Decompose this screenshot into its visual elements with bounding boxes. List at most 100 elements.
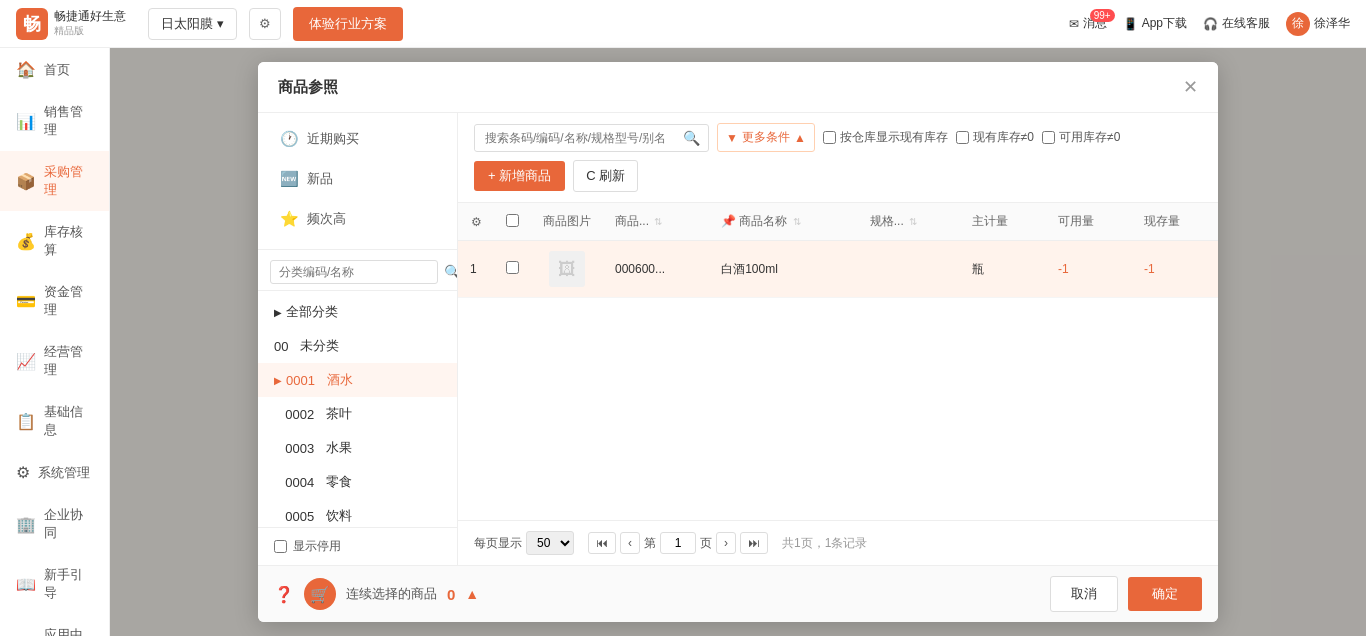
- modal-close-btn[interactable]: ✕: [1183, 76, 1198, 98]
- th-spec: 规格... ⇅: [858, 203, 960, 241]
- frequent-nav[interactable]: ⭐ 频次高: [270, 203, 445, 235]
- modal-overlay: 商品参照 ✕ 🕐 近期购买 🆕: [110, 48, 1366, 636]
- nonzero-stock-checkbox[interactable]: 现有库存≠0: [956, 129, 1034, 146]
- product-table: ⚙ 商品图片 商品... ⇅: [458, 203, 1218, 298]
- category-all[interactable]: ▶ 全部分类: [258, 295, 457, 329]
- sidebar-item-operations[interactable]: 📈 经营管理: [0, 331, 109, 391]
- finance-icon: 💳: [16, 292, 36, 311]
- inventory-icon: 💰: [16, 232, 36, 251]
- modal-title: 商品参照: [278, 78, 338, 97]
- cart-icon[interactable]: 🛒: [304, 578, 336, 610]
- clock-icon: 🕐: [280, 130, 299, 148]
- left-sidebar: 🏠 首页 📊 销售管理 📦 采购管理 💰 库存核算 💳 资金管理 📈 经营管理 …: [0, 48, 110, 636]
- sidebar-item-guide[interactable]: 📖 新手引导: [0, 554, 109, 614]
- th-code: 商品... ⇅: [603, 203, 709, 241]
- last-page-btn[interactable]: ⏭: [740, 532, 768, 554]
- sidebar-item-purchase[interactable]: 📦 采购管理: [0, 151, 109, 211]
- mobile-icon: 📱: [1123, 17, 1138, 31]
- sidebar-item-basic-info[interactable]: 📋 基础信息: [0, 391, 109, 451]
- new-products-nav[interactable]: 🆕 新品: [270, 163, 445, 195]
- product-search-bar: 🔍: [474, 124, 709, 152]
- show-disabled-checkbox[interactable]: [274, 540, 287, 553]
- divider: [258, 249, 457, 250]
- customer-service-btn[interactable]: 🎧 在线客服: [1203, 15, 1270, 32]
- modal-footer: ❓ 🛒 连续选择的商品 0 ▲ 取消 确定: [258, 565, 1218, 622]
- sidebar-item-system[interactable]: ⚙ 系统管理: [0, 451, 109, 494]
- store-dropdown[interactable]: 日太阳膜 ▾: [148, 8, 237, 40]
- sidebar-item-inventory[interactable]: 💰 库存核算: [0, 211, 109, 271]
- row-stock: -1: [1132, 241, 1218, 298]
- confirm-btn[interactable]: 确定: [1128, 577, 1202, 611]
- collapse-selection-icon[interactable]: ▲: [465, 586, 479, 602]
- available-stock-checkbox[interactable]: 可用库存≠0: [1042, 129, 1120, 146]
- modal-toolbar: 🔍 ▼ 更多条件 ▲ 按仓库显示现有库存: [458, 113, 1218, 203]
- app-download-btn[interactable]: 📱 App下载: [1123, 15, 1187, 32]
- user-avatar: 徐: [1286, 12, 1310, 36]
- next-page-btn[interactable]: ›: [716, 532, 736, 554]
- category-search: 🔍: [258, 254, 457, 291]
- sidebar-item-enterprise[interactable]: 🏢 企业协同: [0, 494, 109, 554]
- modal-right-panel: 🔍 ▼ 更多条件 ▲ 按仓库显示现有库存: [458, 113, 1218, 565]
- sidebar-item-finance[interactable]: 💳 资金管理: [0, 271, 109, 331]
- experience-btn[interactable]: 体验行业方案: [293, 7, 403, 41]
- category-search-input[interactable]: [270, 260, 438, 284]
- category-0003[interactable]: 0003 水果: [258, 431, 457, 465]
- guide-icon: 📖: [16, 575, 36, 594]
- messages-btn[interactable]: ✉ 消息 99+: [1069, 15, 1107, 32]
- recent-purchase-nav[interactable]: 🕐 近期购买: [270, 123, 445, 155]
- purchase-icon: 📦: [16, 172, 36, 191]
- per-page-select[interactable]: 50: [526, 531, 574, 555]
- warehouse-stock-checkbox[interactable]: 按仓库显示现有库存: [823, 129, 948, 146]
- logo-title: 畅捷通好生意: [54, 9, 126, 25]
- sort-name-icon: ⇅: [793, 216, 801, 227]
- category-search-icon[interactable]: 🔍: [444, 264, 458, 280]
- prev-page-btn[interactable]: ‹: [620, 532, 640, 554]
- logo-subtitle: 精品版: [54, 24, 126, 38]
- info-icon: 📋: [16, 412, 36, 431]
- category-00[interactable]: 00 未分类: [258, 329, 457, 363]
- add-product-btn[interactable]: + 新增商品: [474, 161, 565, 191]
- filter-icon: ▼: [726, 131, 738, 145]
- settings-icon[interactable]: ⚙: [249, 8, 281, 40]
- sort-code-icon: ⇅: [654, 216, 662, 227]
- th-unit: 主计量: [960, 203, 1046, 241]
- user-profile-btn[interactable]: 徐 徐泽华: [1286, 12, 1350, 36]
- show-disabled[interactable]: 显示停用: [258, 527, 457, 565]
- table-row[interactable]: 1 🖼 000600... 白酒100ml 瓶: [458, 241, 1218, 298]
- category-0005[interactable]: 0005 饮料: [258, 499, 457, 527]
- cancel-btn[interactable]: 取消: [1050, 576, 1118, 612]
- modal-body: 🕐 近期购买 🆕 新品 ⭐ 频次高: [258, 113, 1218, 565]
- message-icon: ✉: [1069, 17, 1079, 31]
- pin-icon: 📌: [721, 214, 736, 228]
- th-name: 📌 商品名称 ⇅: [709, 203, 858, 241]
- modal-header: 商品参照 ✕: [258, 62, 1218, 113]
- main-content: 商品参照 ✕ 🕐 近期购买 🆕: [110, 48, 1366, 636]
- select-all-checkbox[interactable]: [506, 214, 519, 227]
- th-checkbox: [494, 203, 531, 241]
- category-0004[interactable]: 0004 零食: [258, 465, 457, 499]
- row-image: 🖼: [531, 241, 603, 298]
- more-filters-btn[interactable]: ▼ 更多条件 ▲: [717, 123, 815, 152]
- quick-nav: 🕐 近期购买 🆕 新品 ⭐ 频次高: [258, 113, 457, 245]
- arrow-icon: ▶: [274, 307, 282, 318]
- row-checkbox[interactable]: [494, 241, 531, 298]
- nav-right-area: ✉ 消息 99+ 📱 App下载 🎧 在线客服 徐 徐泽华: [1069, 12, 1350, 36]
- headset-icon: 🎧: [1203, 17, 1218, 31]
- page-number-input[interactable]: [660, 532, 696, 554]
- sidebar-item-apps[interactable]: 📺 应用中心: [0, 614, 109, 636]
- product-search-btn[interactable]: 🔍: [675, 125, 708, 151]
- refresh-btn[interactable]: C 刷新: [573, 160, 638, 192]
- sidebar-item-sales[interactable]: 📊 销售管理: [0, 91, 109, 151]
- active-arrow-icon: ▶: [274, 375, 282, 386]
- home-icon: 🏠: [16, 60, 36, 79]
- sales-icon: 📊: [16, 112, 36, 131]
- help-icon[interactable]: ❓: [274, 585, 294, 604]
- th-image: 商品图片: [531, 203, 603, 241]
- sidebar-item-home[interactable]: 🏠 首页: [0, 48, 109, 91]
- first-page-btn[interactable]: ⏮: [588, 532, 616, 554]
- category-0002[interactable]: 0002 茶叶: [258, 397, 457, 431]
- category-0001[interactable]: ▶ 0001 酒水: [258, 363, 457, 397]
- chevron-up-icon: ▲: [794, 131, 806, 145]
- product-search-input[interactable]: [475, 126, 675, 150]
- modal-left-panel: 🕐 近期购买 🆕 新品 ⭐ 频次高: [258, 113, 458, 565]
